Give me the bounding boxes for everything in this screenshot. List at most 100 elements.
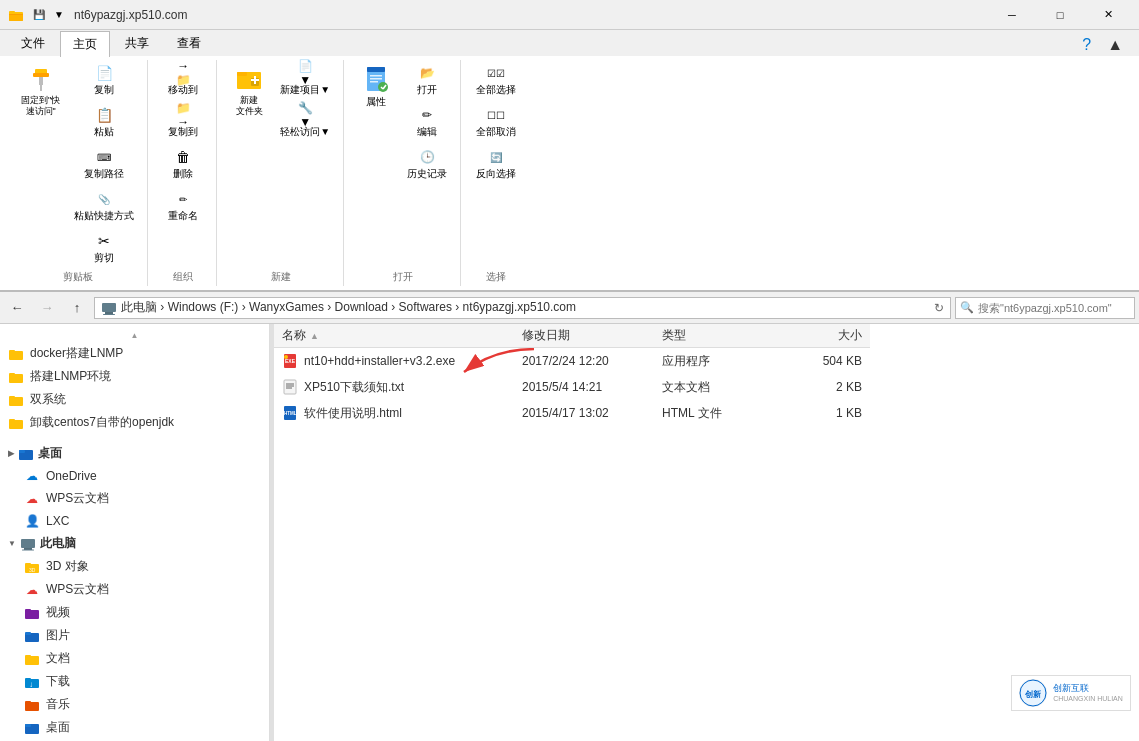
txt-filename: XP510下载须知.txt (304, 379, 404, 396)
selectall-icon: ☑☑ (486, 63, 506, 83)
search-bar[interactable]: 🔍 (955, 297, 1135, 319)
copyto-label: 复制到 (168, 125, 198, 139)
address-bar[interactable]: 此电脑 › Windows (F:) › WanyxGames › Downlo… (94, 297, 951, 319)
sidebar-item-lnmp[interactable]: 搭建LNMP环境 (0, 365, 269, 388)
svg-rect-22 (103, 314, 115, 315)
tab-share[interactable]: 共享 (112, 30, 162, 56)
selectall-button[interactable]: ☑☑ 全部选择 (471, 60, 521, 100)
sidebar-item-downloads[interactable]: ↓ 下载 (0, 670, 269, 693)
title-bar-app-icon (8, 7, 24, 23)
sidebar-item-music[interactable]: 音乐 (0, 693, 269, 716)
new-label: 新建 (271, 270, 291, 284)
svg-rect-49 (25, 701, 31, 704)
sidebar-item-lxc[interactable]: 👤 LXC (0, 510, 269, 532)
svg-rect-28 (9, 396, 15, 399)
cut-button[interactable]: ✂ 剪切 (69, 228, 139, 268)
sidebar-item-docs[interactable]: 文档 (0, 647, 269, 670)
open-button[interactable]: 📂 打开 (402, 60, 452, 100)
exe-icon: EXE (282, 353, 298, 369)
copyto-button[interactable]: 📁→ 复制到 (158, 102, 208, 142)
shortcut-label: 粘贴快捷方式 (74, 209, 134, 223)
sidebar-section-desktop[interactable]: ▶ 桌面 (0, 442, 269, 465)
txt-date: 2015/5/4 14:21 (522, 380, 662, 394)
file-row-txt[interactable]: XP510下载须知.txt 2015/5/4 14:21 文本文档 2 KB (274, 374, 870, 400)
delete-button[interactable]: 🗑 删除 (158, 144, 208, 184)
col-header-type[interactable]: 类型 (662, 327, 782, 344)
ribbon-collapse-icon[interactable]: ▲ (1099, 34, 1131, 56)
folder-icon-docker (8, 346, 24, 362)
newitem-button[interactable]: 📄▼ 新建项目▼ (275, 60, 335, 100)
refresh-button[interactable]: ↻ (934, 301, 944, 315)
edit-button[interactable]: ✏ 编辑 (402, 102, 452, 142)
ribbon-group-new: 新建文件夹 📄▼ 新建项目▼ 🔧▼ 轻松访问▼ 新建 (219, 60, 344, 286)
sidebar-scroll-up[interactable]: ▲ (0, 328, 269, 342)
sidebar-item-pictures[interactable]: 图片 (0, 624, 269, 647)
copy-icon: 📄 (94, 63, 114, 83)
col-header-size[interactable]: 大小 (782, 327, 862, 344)
invertsel-button[interactable]: 🔄 反向选择 (471, 144, 521, 184)
minimize-button[interactable]: ─ (989, 0, 1035, 30)
up-button[interactable]: ↑ (64, 295, 90, 321)
file-name-txt: XP510下载须知.txt (282, 379, 522, 396)
copy-button[interactable]: 📄 复制 (69, 60, 139, 100)
sidebar-item-wps[interactable]: ☁ WPS云文档 (0, 487, 269, 510)
sidebar-item-onedrive[interactable]: ☁ OneDrive (0, 465, 269, 487)
newfolder-button[interactable]: 新建文件夹 (227, 60, 271, 120)
rename-button[interactable]: ✏ 重命名 (158, 186, 208, 226)
sidebar-item-wpscloud[interactable]: ☁ WPS云文档 (0, 578, 269, 601)
newfolder-label: 新建文件夹 (236, 95, 263, 117)
selectnone-button[interactable]: ☐☐ 全部取消 (471, 102, 521, 142)
shortcut-button[interactable]: 📎 粘贴快捷方式 (69, 186, 139, 226)
ribbon-group-select: ☑☑ 全部选择 ☐☐ 全部取消 🔄 反向选择 选择 (463, 60, 529, 286)
file-row-html[interactable]: HTML 软件使用说明.html 2015/4/17 13:02 HTML 文件… (274, 400, 870, 426)
sidebar-item-docker[interactable]: docker搭建LNMP (0, 342, 269, 365)
back-button[interactable]: ← (4, 295, 30, 321)
history-button[interactable]: 🕒 历史记录 (402, 144, 452, 184)
delete-icon: 🗑 (173, 147, 193, 167)
sidebar-label-wps: WPS云文档 (46, 490, 109, 507)
easyaccess-button[interactable]: 🔧▼ 轻松访问▼ (275, 102, 335, 142)
ribbon-group-organize: →📁 移动到 📁→ 复制到 🗑 删除 ✏ 重命名 (150, 60, 217, 286)
ribbon-help-icon[interactable]: ? (1074, 34, 1099, 56)
tab-file[interactable]: 文件 (8, 30, 58, 56)
paste-button[interactable]: 📋 粘贴 (69, 102, 139, 142)
html-icon: HTML (282, 405, 298, 421)
forward-button[interactable]: → (34, 295, 60, 321)
folder-icon-desktopc (24, 720, 40, 736)
file-row-exe[interactable]: EXE nt10+hdd+installer+v3.2.exe 2017/2/2… (274, 348, 870, 374)
move-button[interactable]: →📁 移动到 (158, 60, 208, 100)
sidebar-section-thispc[interactable]: ▼ 此电脑 (0, 532, 269, 555)
col-header-date[interactable]: 修改日期 (522, 327, 662, 344)
search-input[interactable] (978, 302, 1130, 314)
quick-save-btn[interactable]: 💾 (30, 6, 48, 24)
tab-view[interactable]: 查看 (164, 30, 214, 56)
svg-text:创新: 创新 (1024, 689, 1041, 699)
svg-text:↓: ↓ (29, 680, 33, 689)
pin-button[interactable]: 固定到"快速访问" (16, 60, 65, 120)
properties-button[interactable]: 属性 (354, 60, 398, 112)
cut-icon: ✂ (94, 231, 114, 251)
sidebar-item-desktopc[interactable]: 桌面 (0, 716, 269, 739)
close-button[interactable]: ✕ (1085, 0, 1131, 30)
sidebar-item-3d[interactable]: 3D 3D 对象 (0, 555, 269, 578)
open-label: 打开 (393, 270, 413, 284)
pin-icon (25, 63, 57, 95)
watermark: 创新 创新互联 CHUANGXIN HULIAN (1011, 675, 1131, 711)
organize-label: 组织 (173, 270, 193, 284)
tab-home[interactable]: 主页 (60, 31, 110, 57)
sidebar-item-video[interactable]: 视频 (0, 601, 269, 624)
folder-icon-video (24, 605, 40, 621)
history-label: 历史记录 (407, 167, 447, 181)
svg-rect-15 (370, 78, 382, 80)
shortcut-icon: 📎 (94, 189, 114, 209)
sidebar-item-centos[interactable]: 卸载centos7自带的openjdk (0, 411, 269, 434)
address-path: 此电脑 › Windows (F:) › WanyxGames › Downlo… (121, 299, 930, 316)
copypath-button[interactable]: ⌨ 复制路径 (69, 144, 139, 184)
quick-down-btn[interactable]: ▼ (50, 6, 68, 24)
sidebar-item-dual[interactable]: 双系统 (0, 388, 269, 411)
folder-icon-3d: 3D (24, 559, 40, 575)
sidebar-label-lxc: LXC (46, 514, 69, 528)
maximize-button[interactable]: □ (1037, 0, 1083, 30)
sidebar-label-downloads: 下载 (46, 673, 70, 690)
col-header-name[interactable]: 名称 ▲ (282, 327, 522, 344)
